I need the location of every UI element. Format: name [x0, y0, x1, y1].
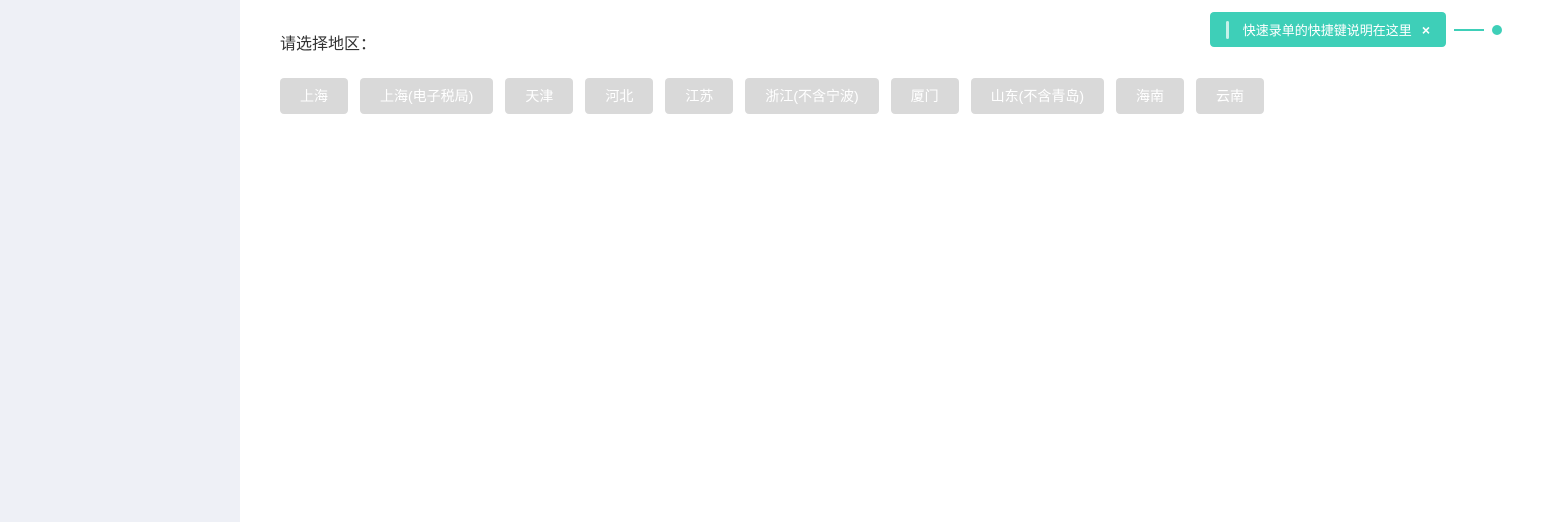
region-btn-hebei[interactable]: 河北: [585, 78, 653, 114]
tooltip-dot: [1492, 25, 1502, 35]
region-btn-hainan[interactable]: 海南: [1116, 78, 1184, 114]
left-sidebar: [0, 0, 240, 522]
region-buttons: 上海上海(电子税局) 天津河北江苏浙江(不含宁波) 厦门山东(不含青岛) 海南云南: [280, 78, 1522, 114]
tooltip-line: [1454, 29, 1484, 31]
region-btn-zhejiang[interactable]: 浙江(不含宁波): [745, 78, 878, 114]
region-btn-shanghai[interactable]: 上海: [280, 78, 348, 114]
tooltip-close-button[interactable]: ×: [1422, 22, 1430, 38]
region-btn-yunnan[interactable]: 云南: [1196, 78, 1264, 114]
tooltip-container: 快速录单的快捷键说明在这里 ×: [1210, 12, 1502, 47]
main-content: 请选择地区： 上海上海(电子税局)天津河北江苏浙江(不含宁波)厦门山东(不含青岛…: [240, 0, 1562, 522]
region-btn-tianjin[interactable]: 天津: [505, 78, 573, 114]
tooltip-text: 快速录单的快捷键说明在这里: [1243, 20, 1412, 39]
region-btn-xiamen[interactable]: 厦门: [891, 78, 959, 114]
tooltip-bubble: 快速录单的快捷键说明在这里 ×: [1210, 12, 1446, 47]
region-btn-shanghai-etax[interactable]: 上海(电子税局): [360, 78, 493, 114]
region-btn-shandong[interactable]: 山东(不含青岛): [971, 78, 1104, 114]
region-btn-jiangsu[interactable]: 江苏: [665, 78, 733, 114]
